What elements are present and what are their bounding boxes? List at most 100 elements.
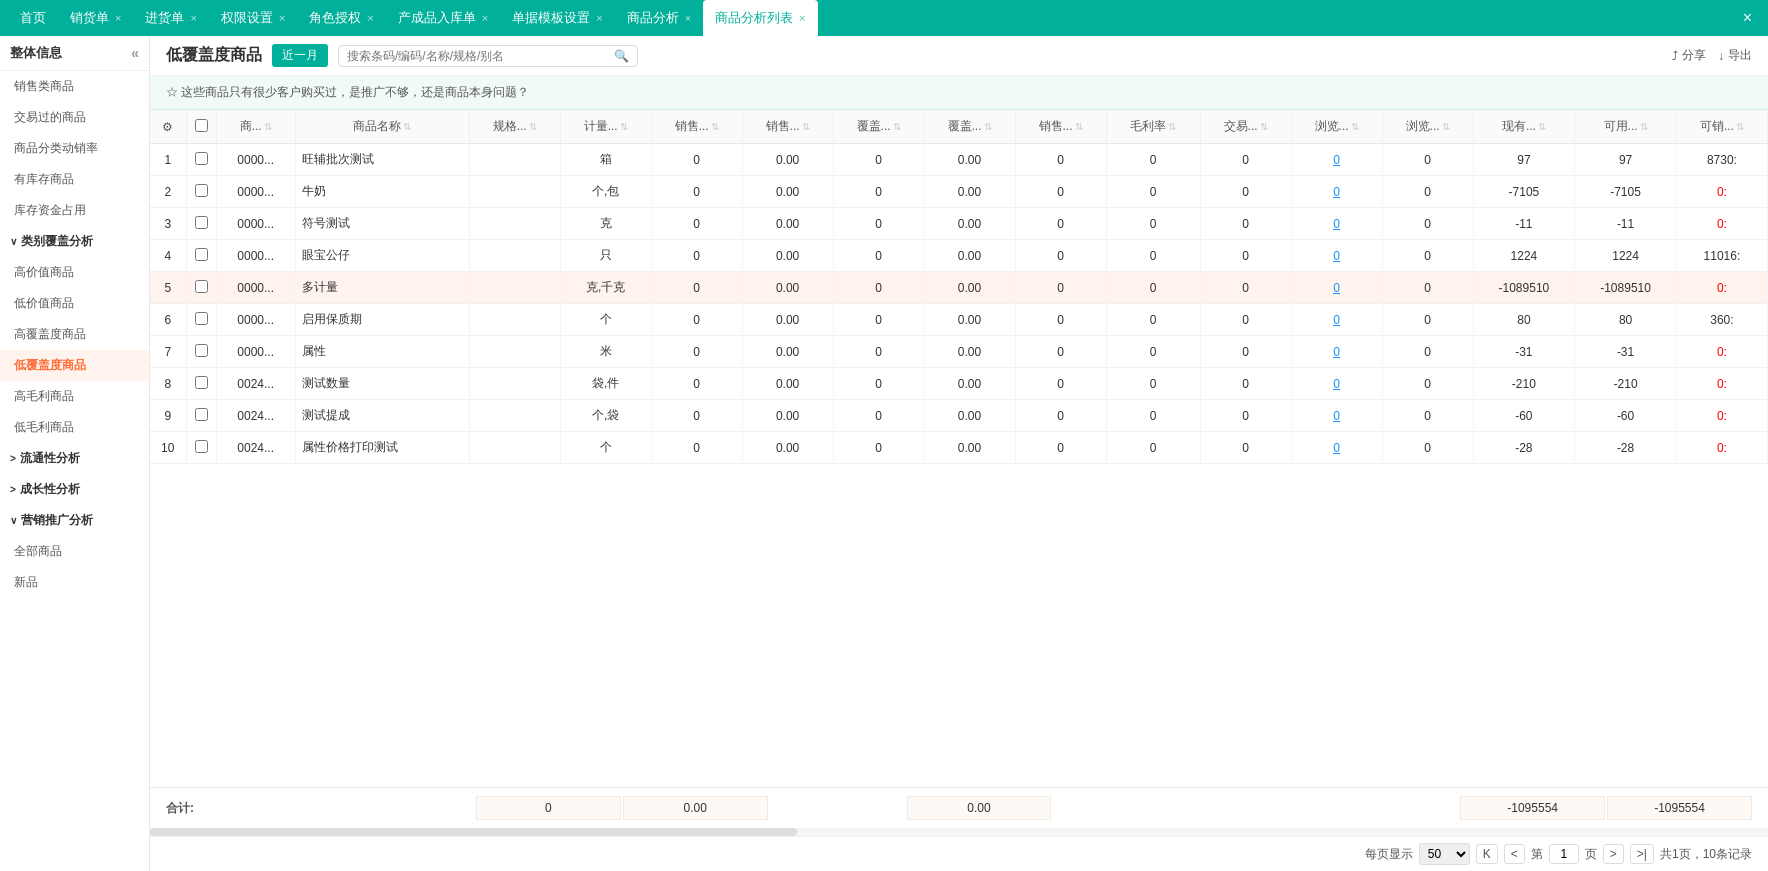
col-sellable[interactable]: 可销...⇅ (1676, 110, 1767, 144)
close-icon[interactable]: × (367, 12, 373, 24)
row-views1[interactable]: 0 (1291, 176, 1382, 208)
close-icon[interactable]: × (596, 12, 602, 24)
col-views2[interactable]: 浏览...⇅ (1382, 110, 1473, 144)
nav-tab-sales[interactable]: 销货单 × (58, 0, 133, 36)
row-checkbox[interactable] (195, 152, 208, 165)
row-checkbox[interactable] (195, 248, 208, 261)
col-spec[interactable]: 规格...⇅ (469, 110, 560, 144)
row-views1[interactable]: 0 (1291, 272, 1382, 304)
scrollbar-thumb[interactable] (150, 828, 797, 836)
col-coverage2[interactable]: 覆盖...⇅ (924, 110, 1015, 144)
row-checkbox-cell[interactable] (186, 336, 216, 368)
close-all-button[interactable]: × (1735, 9, 1760, 27)
sidebar-collapse-button[interactable]: « (131, 45, 139, 61)
col-sales-amt[interactable]: 销售...⇅ (742, 110, 833, 144)
col-coverage1[interactable]: 覆盖...⇅ (833, 110, 924, 144)
table-footer: 合计: 0 0.00 0.00 -1095554 -1095554 (150, 787, 1768, 828)
row-views1[interactable]: 0 (1291, 336, 1382, 368)
row-checkbox[interactable] (195, 344, 208, 357)
col-settings[interactable]: ⚙ (150, 110, 186, 144)
close-icon[interactable]: × (279, 12, 285, 24)
horizontal-scrollbar[interactable] (150, 828, 1768, 836)
sidebar-item-high-profit[interactable]: 高毛利商品 (0, 381, 149, 412)
sidebar-item-traded-goods[interactable]: 交易过的商品 (0, 102, 149, 133)
row-views1[interactable]: 0 (1291, 368, 1382, 400)
col-unit[interactable]: 计量...⇅ (560, 110, 651, 144)
nav-tab-home[interactable]: 首页 (8, 0, 58, 36)
sidebar-item-stock-capital[interactable]: 库存资金占用 (0, 195, 149, 226)
last-page-button[interactable]: >| (1630, 844, 1654, 864)
row-checkbox-cell[interactable] (186, 240, 216, 272)
row-views1[interactable]: 0 (1291, 432, 1382, 464)
row-checkbox[interactable] (195, 440, 208, 453)
sidebar-item-new-goods[interactable]: 新品 (0, 567, 149, 598)
row-checkbox-cell[interactable] (186, 208, 216, 240)
col-sales-qty[interactable]: 销售...⇅ (651, 110, 742, 144)
col-views1[interactable]: 浏览...⇅ (1291, 110, 1382, 144)
nav-tab-template[interactable]: 单据模板设置 × (500, 0, 614, 36)
sidebar-item-all-goods[interactable]: 全部商品 (0, 536, 149, 567)
close-icon[interactable]: × (115, 12, 121, 24)
col-available[interactable]: 可用...⇅ (1575, 110, 1677, 144)
prev-page-button[interactable]: < (1504, 844, 1525, 864)
row-checkbox-cell[interactable] (186, 400, 216, 432)
sidebar-item-category-sales-rate[interactable]: 商品分类动销率 (0, 133, 149, 164)
sidebar-item-low-profit[interactable]: 低毛利商品 (0, 412, 149, 443)
row-views1[interactable]: 0 (1291, 304, 1382, 336)
row-checkbox[interactable] (195, 376, 208, 389)
row-checkbox-cell[interactable] (186, 144, 216, 176)
col-sales3[interactable]: 销售...⇅ (1015, 110, 1106, 144)
nav-tab-role[interactable]: 角色授权 × (297, 0, 385, 36)
nav-tab-product-entry[interactable]: 产成品入库单 × (386, 0, 500, 36)
col-gross-margin[interactable]: 毛利率⇅ (1106, 110, 1200, 144)
nav-tab-product-analysis-list[interactable]: 商品分析列表 × (703, 0, 817, 36)
sidebar-item-high-value[interactable]: 高价值商品 (0, 257, 149, 288)
page-number-input[interactable] (1549, 844, 1579, 864)
row-views1[interactable]: 0 (1291, 144, 1382, 176)
row-checkbox[interactable] (195, 312, 208, 325)
row-views1[interactable]: 0 (1291, 208, 1382, 240)
sidebar-group-growth-analysis[interactable]: > 成长性分析 (0, 474, 149, 505)
row-checkbox[interactable] (195, 280, 208, 293)
sidebar-item-low-value[interactable]: 低价值商品 (0, 288, 149, 319)
col-name[interactable]: 商品名称⇅ (295, 110, 469, 144)
row-checkbox[interactable] (195, 184, 208, 197)
nav-tab-purchase[interactable]: 进货单 × (133, 0, 208, 36)
next-page-button[interactable]: > (1603, 844, 1624, 864)
row-current-stock: -210 (1473, 368, 1575, 400)
close-icon[interactable]: × (799, 12, 805, 24)
row-checkbox[interactable] (195, 216, 208, 229)
col-checkbox[interactable] (186, 110, 216, 144)
select-all-checkbox[interactable] (195, 119, 208, 132)
col-code[interactable]: 商...⇅ (216, 110, 295, 144)
col-transaction[interactable]: 交易...⇅ (1200, 110, 1291, 144)
period-button[interactable]: 近一月 (272, 44, 328, 67)
export-button[interactable]: ↓ 导出 (1718, 47, 1752, 64)
sidebar-group-marketing-analysis[interactable]: ∨ 营销推广分析 (0, 505, 149, 536)
sidebar-item-high-coverage[interactable]: 高覆盖度商品 (0, 319, 149, 350)
col-current-stock[interactable]: 现有...⇅ (1473, 110, 1575, 144)
row-checkbox-cell[interactable] (186, 368, 216, 400)
close-icon[interactable]: × (685, 12, 691, 24)
first-page-button[interactable]: K (1476, 844, 1498, 864)
table-container[interactable]: ⚙ 商...⇅ 商品名称⇅ 规格...⇅ (150, 110, 1768, 787)
row-checkbox-cell[interactable] (186, 432, 216, 464)
page-size-select[interactable]: 50 10 20 100 (1419, 843, 1470, 865)
nav-tab-product-analysis[interactable]: 商品分析 × (615, 0, 703, 36)
row-checkbox-cell[interactable] (186, 272, 216, 304)
search-input[interactable] (347, 49, 610, 63)
sidebar-item-low-coverage[interactable]: 低覆盖度商品 (0, 350, 149, 381)
sidebar-group-coverage-analysis[interactable]: ∨ 类别覆盖分析 (0, 226, 149, 257)
row-checkbox-cell[interactable] (186, 304, 216, 336)
close-icon[interactable]: × (482, 12, 488, 24)
row-checkbox[interactable] (195, 408, 208, 421)
sidebar-item-sales-goods[interactable]: 销售类商品 (0, 71, 149, 102)
share-button[interactable]: ⤴ 分享 (1672, 47, 1706, 64)
sidebar-item-stocked-goods[interactable]: 有库存商品 (0, 164, 149, 195)
sidebar-group-circulation-analysis[interactable]: > 流通性分析 (0, 443, 149, 474)
close-icon[interactable]: × (190, 12, 196, 24)
row-views1[interactable]: 0 (1291, 240, 1382, 272)
nav-tab-permission[interactable]: 权限设置 × (209, 0, 297, 36)
row-views1[interactable]: 0 (1291, 400, 1382, 432)
row-checkbox-cell[interactable] (186, 176, 216, 208)
